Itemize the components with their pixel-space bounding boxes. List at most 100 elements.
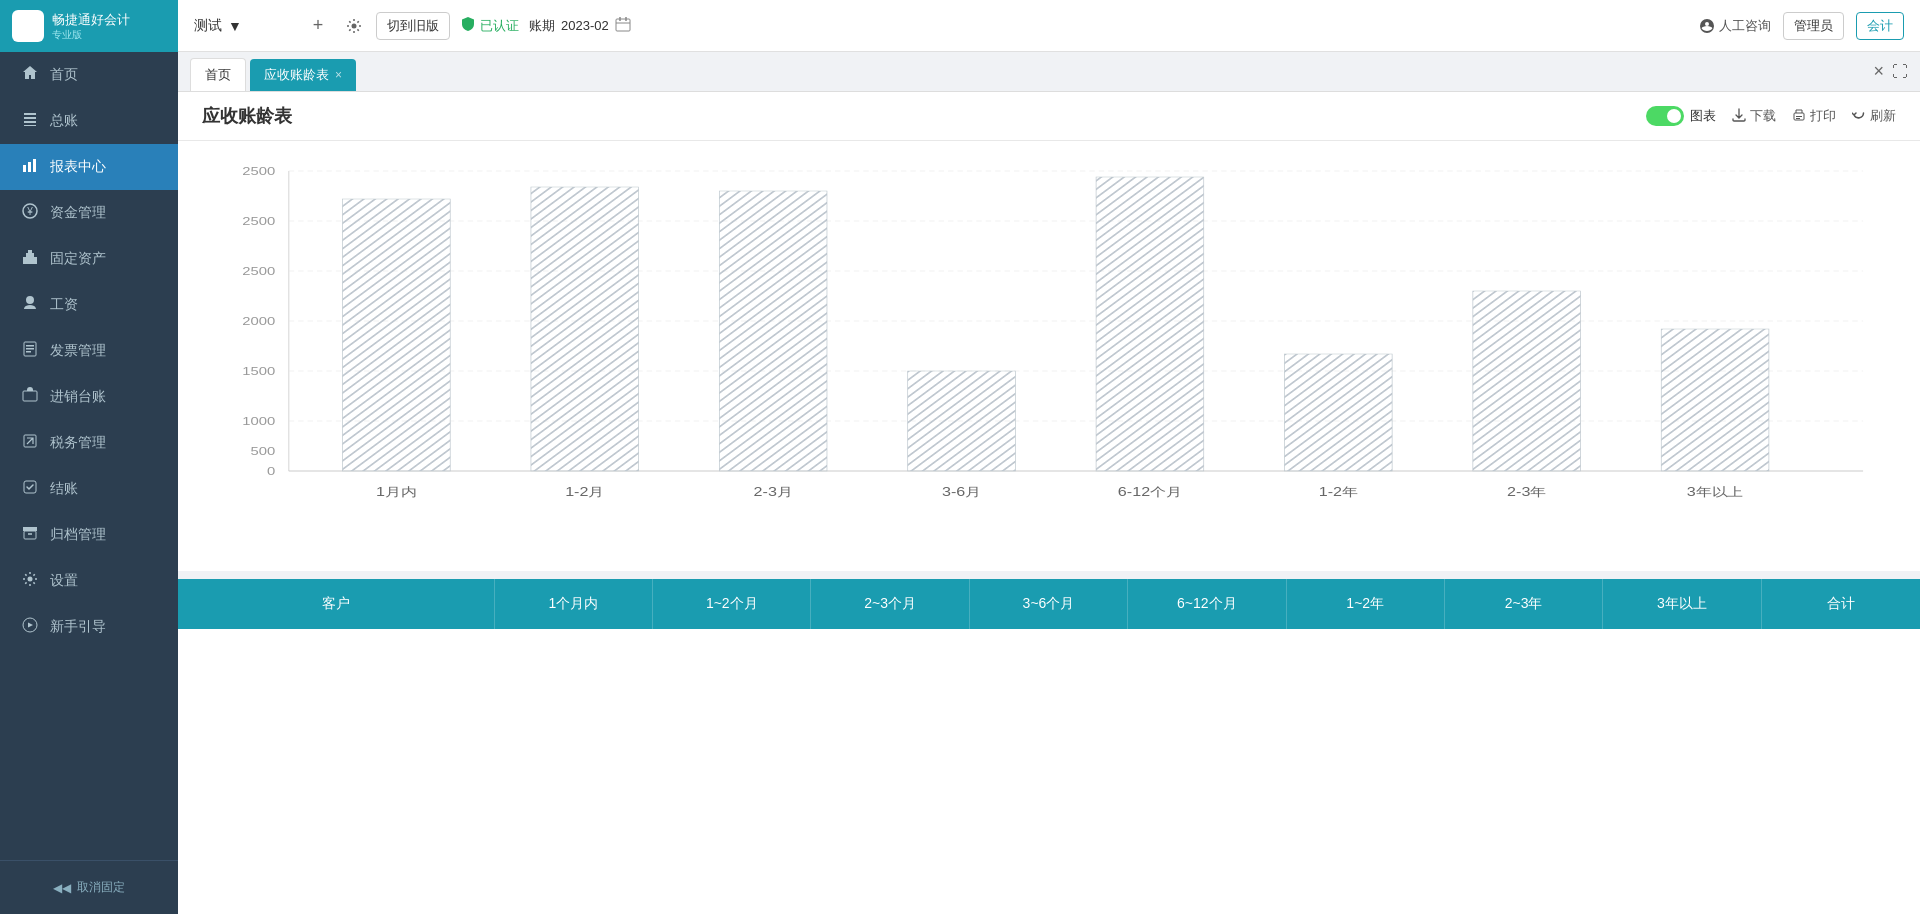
chart-toggle: 图表 xyxy=(1646,106,1716,126)
bar-1-2-month xyxy=(531,187,639,471)
archive-icon xyxy=(20,525,40,545)
add-company-button[interactable]: + xyxy=(304,12,332,40)
table-col-3-6month: 3~6个月 xyxy=(970,579,1128,629)
sidebar-item-reports[interactable]: 报表中心 xyxy=(0,144,178,190)
bar-3-6-month xyxy=(908,371,1016,471)
svg-rect-10 xyxy=(23,257,37,264)
company-selector[interactable]: 测试 ▼ xyxy=(194,17,294,35)
svg-rect-3 xyxy=(24,121,36,123)
svg-text:2500: 2500 xyxy=(242,265,275,278)
tab-home-label: 首页 xyxy=(205,66,231,84)
svg-rect-6 xyxy=(28,162,31,172)
sidebar-item-funds[interactable]: ¥ 资金管理 xyxy=(0,190,178,236)
svg-rect-27 xyxy=(1796,116,1802,117)
assets-icon xyxy=(20,249,40,269)
bar-6-12-month xyxy=(1096,177,1204,471)
home-icon xyxy=(20,65,40,85)
refresh-button[interactable]: 刷新 xyxy=(1852,107,1896,125)
refresh-icon xyxy=(1852,108,1866,125)
sidebar-item-invoices[interactable]: 发票管理 xyxy=(0,328,178,374)
svg-point-22 xyxy=(28,577,33,582)
calendar-icon[interactable] xyxy=(615,16,631,35)
tab-home[interactable]: 首页 xyxy=(190,58,246,91)
table-col-customer: 客户 xyxy=(178,579,495,629)
cancel-fixed-button[interactable]: ◀◀ 取消固定 xyxy=(0,871,178,904)
svg-rect-14 xyxy=(26,345,34,347)
sidebar-nav: 首页 总账 报表中心 ¥ 资金管理 固定资产 xyxy=(0,52,178,860)
svg-text:2000: 2000 xyxy=(242,315,275,328)
sidebar-item-inventory[interactable]: 进销台账 xyxy=(0,374,178,420)
table-col-1-2year: 1~2年 xyxy=(1287,579,1445,629)
svg-rect-7 xyxy=(33,159,36,172)
bar-2-3-month xyxy=(719,191,827,471)
svg-text:1-2月: 1-2月 xyxy=(565,485,604,498)
sidebar-item-home[interactable]: 首页 xyxy=(0,52,178,98)
company-name: 测试 xyxy=(194,17,222,35)
print-label: 打印 xyxy=(1810,107,1836,125)
sidebar-item-ledger[interactable]: 总账 xyxy=(0,98,178,144)
table-col-2-3month: 2~3个月 xyxy=(811,579,969,629)
sidebar-item-assets[interactable]: 固定资产 xyxy=(0,236,178,282)
sidebar-item-label-ledger: 总账 xyxy=(50,112,78,130)
funds-icon: ¥ xyxy=(20,203,40,223)
sidebar-item-archive[interactable]: 归档管理 xyxy=(0,512,178,558)
sidebar-item-label-invoices: 发票管理 xyxy=(50,342,106,360)
ledger-icon xyxy=(20,111,40,131)
sidebar-footer: ◀◀ 取消固定 xyxy=(0,860,178,914)
content-header: 应收账龄表 图表 下载 打印 xyxy=(178,92,1920,141)
pin-left-icon: ◀◀ xyxy=(53,881,71,895)
sidebar-item-settings[interactable]: 设置 xyxy=(0,558,178,604)
chart-toggle-label: 图表 xyxy=(1690,107,1716,125)
service-button[interactable]: 人工咨询 xyxy=(1699,17,1771,35)
sidebar-item-settlement[interactable]: 结账 xyxy=(0,466,178,512)
bar-1-2-year xyxy=(1284,354,1392,471)
topbar-right: 人工咨询 管理员 会计 xyxy=(1699,12,1904,40)
svg-rect-1 xyxy=(24,113,36,115)
svg-rect-15 xyxy=(26,348,34,350)
switch-old-version-button[interactable]: 切到旧版 xyxy=(376,12,450,40)
table-col-3plus: 3年以上 xyxy=(1603,579,1761,629)
window-close-button[interactable]: × xyxy=(1873,61,1884,82)
sidebar-item-label-archive: 归档管理 xyxy=(50,526,106,544)
svg-rect-21 xyxy=(24,531,36,539)
app-name: 畅捷通好会计 xyxy=(52,12,130,27)
svg-point-24 xyxy=(352,23,357,28)
certified-label: 已认证 xyxy=(480,17,519,35)
svg-rect-2 xyxy=(24,117,36,119)
download-button[interactable]: 下载 xyxy=(1732,107,1776,125)
sidebar-item-label-reports: 报表中心 xyxy=(50,158,106,176)
bar-1-month xyxy=(343,199,451,471)
bar-3-plus-year xyxy=(1661,329,1769,471)
table-area: 客户 1个月内 1~2个月 2~3个月 3~6个月 6~12个月 1~2年 2~… xyxy=(178,579,1920,914)
svg-text:6-12个月: 6-12个月 xyxy=(1118,485,1182,498)
topbar: 测试 ▼ + 切到旧版 已认证 账期 2023-02 人工咨询 xyxy=(178,0,1920,52)
chart-area: 2500 2500 2500 2000 1500 1000 500 0 1月内 xyxy=(178,141,1920,571)
table-col-1month: 1个月内 xyxy=(495,579,653,629)
tab-ar-aging[interactable]: 应收账龄表 × xyxy=(250,59,356,91)
chart-toggle-switch[interactable] xyxy=(1646,106,1684,126)
tab-close-icon[interactable]: × xyxy=(335,68,342,82)
table-header: 客户 1个月内 1~2个月 2~3个月 3~6个月 6~12个月 1~2年 2~… xyxy=(178,579,1920,629)
svg-text:3年以上: 3年以上 xyxy=(1687,485,1744,498)
svg-rect-5 xyxy=(23,165,26,172)
app-logo-icon xyxy=(12,10,44,42)
download-label: 下载 xyxy=(1750,107,1776,125)
sidebar-item-label-tax: 税务管理 xyxy=(50,434,106,452)
print-button[interactable]: 打印 xyxy=(1792,107,1836,125)
manager-button[interactable]: 管理员 xyxy=(1783,12,1844,40)
content-area: 应收账龄表 图表 下载 打印 xyxy=(178,92,1920,914)
service-label: 人工咨询 xyxy=(1719,17,1771,35)
accountant-button[interactable]: 会计 xyxy=(1856,12,1904,40)
window-expand-button[interactable]: ⛶ xyxy=(1892,63,1908,81)
sidebar-item-guide[interactable]: 新手引导 xyxy=(0,604,178,650)
svg-text:1000: 1000 xyxy=(242,415,275,428)
svg-text:2500: 2500 xyxy=(242,165,275,178)
tax-icon xyxy=(20,433,40,453)
sidebar-item-label-settings: 设置 xyxy=(50,572,78,590)
settings-button[interactable] xyxy=(340,12,368,40)
table-col-1-2month: 1~2个月 xyxy=(653,579,811,629)
svg-text:1月内: 1月内 xyxy=(376,485,417,498)
period-text-label: 账期 xyxy=(529,17,555,35)
sidebar-item-tax[interactable]: 税务管理 xyxy=(0,420,178,466)
sidebar-item-wages[interactable]: 工资 xyxy=(0,282,178,328)
